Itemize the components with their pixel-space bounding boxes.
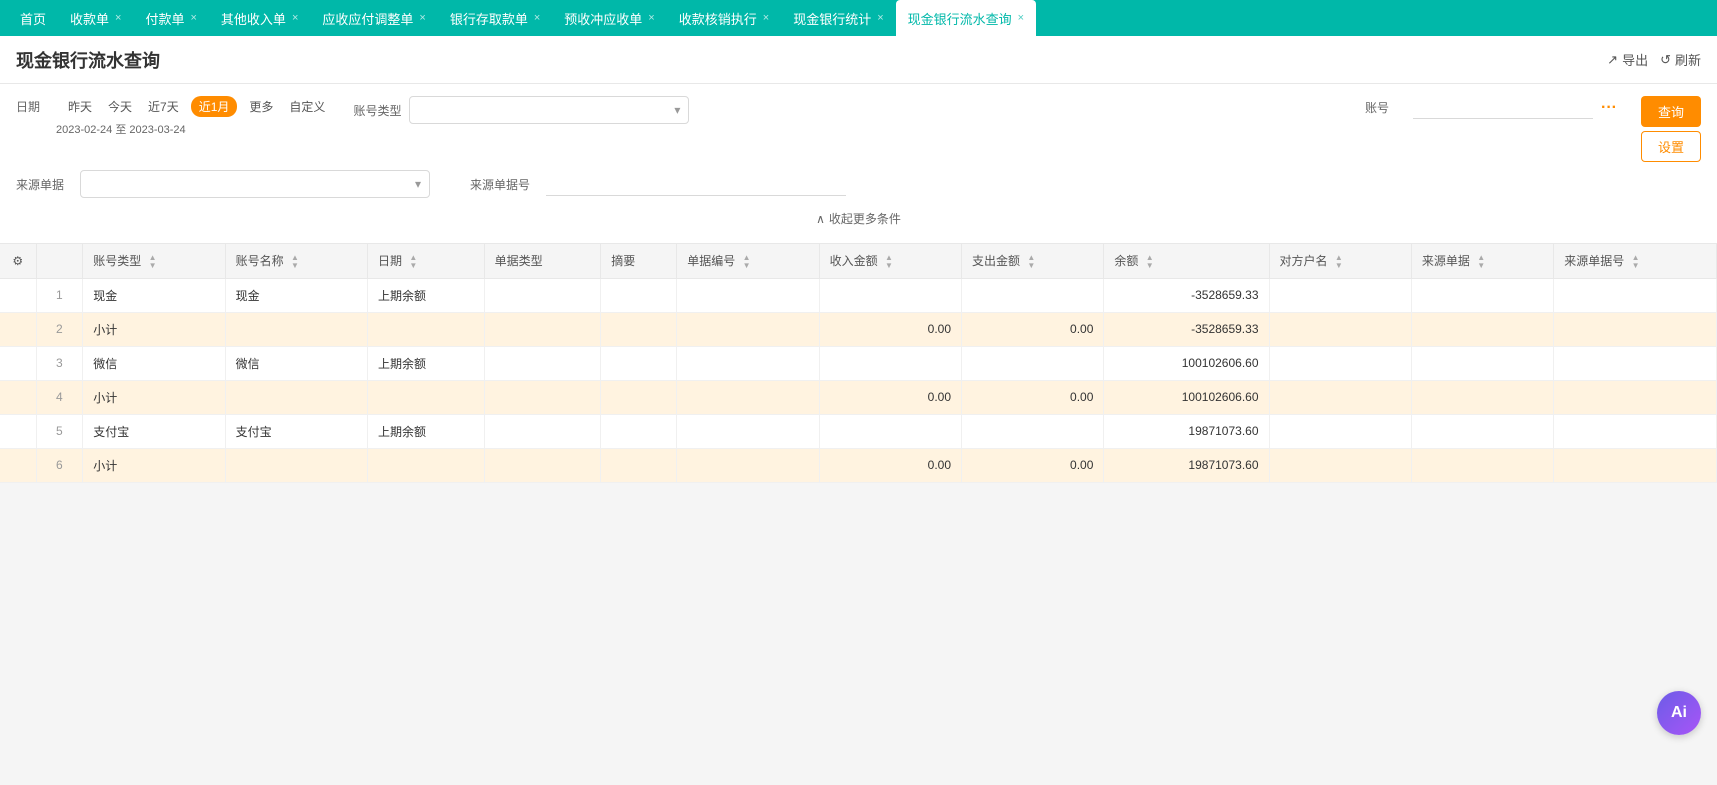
chevron-down-icon: ▾: [415, 177, 421, 191]
table-row[interactable]: 3微信微信上期余额100102606.60: [0, 346, 1717, 380]
nav-adjustment[interactable]: 应收应付调整单 ×: [310, 0, 437, 36]
column-summary: 摘要: [601, 244, 677, 278]
date-custom[interactable]: 自定义: [285, 96, 329, 117]
table-row[interactable]: 1现金现金上期余额-3528659.33: [0, 278, 1717, 312]
column-doc-no[interactable]: 单据编号 ▲▼: [677, 244, 819, 278]
date-shortcuts: 昨天 今天 近7天 近1月 更多 自定义: [64, 96, 329, 117]
export-button[interactable]: ↗ 导出: [1607, 50, 1648, 69]
close-icon[interactable]: ×: [419, 12, 425, 24]
column-settings[interactable]: ⚙: [0, 244, 36, 278]
nav-receipt[interactable]: 收款单 ×: [58, 0, 133, 36]
table-container: ⚙ 账号类型 ▲▼ 账号名称 ▲▼ 日期 ▲▼ 单据类型 摘要 单据编号: [0, 244, 1717, 483]
account-type-select[interactable]: ▾: [409, 96, 689, 124]
export-icon: ↗: [1607, 52, 1618, 68]
sort-icon: ▲▼: [1335, 254, 1343, 270]
close-icon[interactable]: ×: [877, 12, 883, 24]
column-account-type[interactable]: 账号类型 ▲▼: [83, 244, 225, 278]
date-more[interactable]: 更多: [245, 96, 277, 117]
filter-area: 日期 昨天 今天 近7天 近1月 更多 自定义 2023-02-24 至 202…: [0, 84, 1717, 244]
account-input[interactable]: [1413, 96, 1593, 119]
source-doc-label: 来源单据: [16, 176, 64, 193]
column-counterparty[interactable]: 对方户名 ▲▼: [1269, 244, 1411, 278]
column-date[interactable]: 日期 ▲▼: [368, 244, 485, 278]
date-range: 2023-02-24 至 2023-03-24: [16, 121, 329, 137]
nav-collection[interactable]: 收款核销执行 ×: [667, 0, 781, 36]
column-doc-type: 单据类型: [484, 244, 601, 278]
date-today[interactable]: 今天: [104, 96, 136, 117]
sort-icon: ▲▼: [885, 254, 893, 270]
column-balance[interactable]: 余额 ▲▼: [1104, 244, 1269, 278]
nav-other-income[interactable]: 其他收入单 ×: [209, 0, 310, 36]
source-doc-no-label: 来源单据号: [470, 176, 530, 193]
table-row[interactable]: 6小计0.000.0019871073.60: [0, 448, 1717, 482]
column-income[interactable]: 收入金额 ▲▼: [819, 244, 961, 278]
account-type-label: 账号类型: [353, 102, 401, 119]
data-table: ⚙ 账号类型 ▲▼ 账号名称 ▲▼ 日期 ▲▼ 单据类型 摘要 单据编号: [0, 244, 1717, 483]
ai-assistant-button[interactable]: Ai: [1657, 691, 1701, 735]
column-account-name[interactable]: 账号名称 ▲▼: [225, 244, 367, 278]
table-row[interactable]: 4小计0.000.00100102606.60: [0, 380, 1717, 414]
date-1month[interactable]: 近1月: [191, 96, 238, 117]
table-header-row: ⚙ 账号类型 ▲▼ 账号名称 ▲▼ 日期 ▲▼ 单据类型 摘要 单据编号: [0, 244, 1717, 278]
settings-button[interactable]: 设置: [1641, 131, 1701, 162]
sort-icon: ▲▼: [743, 254, 751, 270]
nav-prepay[interactable]: 预收冲应收单 ×: [552, 0, 666, 36]
nav-home[interactable]: 首页: [8, 0, 58, 36]
date-label: 日期: [16, 98, 56, 115]
sort-icon: ▲▼: [1632, 254, 1640, 270]
close-icon[interactable]: ×: [292, 12, 298, 24]
collapse-icon: ∧: [816, 212, 825, 226]
close-icon[interactable]: ×: [648, 12, 654, 24]
table-row[interactable]: 2小计0.000.00-3528659.33: [0, 312, 1717, 346]
column-expense[interactable]: 支出金额 ▲▼: [962, 244, 1104, 278]
chevron-down-icon: ▾: [674, 103, 680, 117]
header-actions: ↗ 导出 ↺ 刷新: [1607, 50, 1701, 69]
nav-bank-deposit[interactable]: 银行存取款单 ×: [438, 0, 552, 36]
close-icon[interactable]: ×: [534, 12, 540, 24]
sort-icon: ▲▼: [149, 254, 157, 270]
collapse-bar[interactable]: ∧ 收起更多条件: [16, 206, 1701, 231]
refresh-button[interactable]: ↺ 刷新: [1660, 50, 1701, 69]
table-row[interactable]: 5支付宝支付宝上期余额19871073.60: [0, 414, 1717, 448]
sort-icon: ▲▼: [409, 254, 417, 270]
sort-icon: ▲▼: [291, 254, 299, 270]
column-source-doc-no[interactable]: 来源单据号 ▲▼: [1554, 244, 1717, 278]
date-yesterday[interactable]: 昨天: [64, 96, 96, 117]
date-7days[interactable]: 近7天: [144, 96, 183, 117]
query-button[interactable]: 查询: [1641, 96, 1701, 127]
column-row-num: [36, 244, 83, 278]
close-icon[interactable]: ×: [763, 12, 769, 24]
refresh-icon: ↺: [1660, 52, 1671, 68]
top-nav: 首页 收款单 × 付款单 × 其他收入单 × 应收应付调整单 × 银行存取款单 …: [0, 0, 1717, 36]
column-source-doc[interactable]: 来源单据 ▲▼: [1411, 244, 1553, 278]
sort-icon: ▲▼: [1146, 254, 1154, 270]
account-label: 账号: [1365, 99, 1405, 116]
account-dots-button[interactable]: ···: [1601, 99, 1617, 117]
nav-cash-flow[interactable]: 现金银行流水查询 ×: [896, 0, 1036, 36]
close-icon[interactable]: ×: [190, 12, 196, 24]
close-icon[interactable]: ×: [1018, 12, 1024, 24]
source-doc-select[interactable]: ▾: [80, 170, 430, 198]
sort-icon: ▲▼: [1027, 254, 1035, 270]
sort-icon: ▲▼: [1477, 254, 1485, 270]
source-doc-no-input[interactable]: [546, 173, 846, 196]
nav-payment[interactable]: 付款单 ×: [133, 0, 208, 36]
page-header: 现金银行流水查询 ↗ 导出 ↺ 刷新: [0, 36, 1717, 84]
page-title: 现金银行流水查询: [16, 47, 160, 73]
nav-cash-stats[interactable]: 现金银行统计 ×: [781, 0, 895, 36]
close-icon[interactable]: ×: [115, 12, 121, 24]
